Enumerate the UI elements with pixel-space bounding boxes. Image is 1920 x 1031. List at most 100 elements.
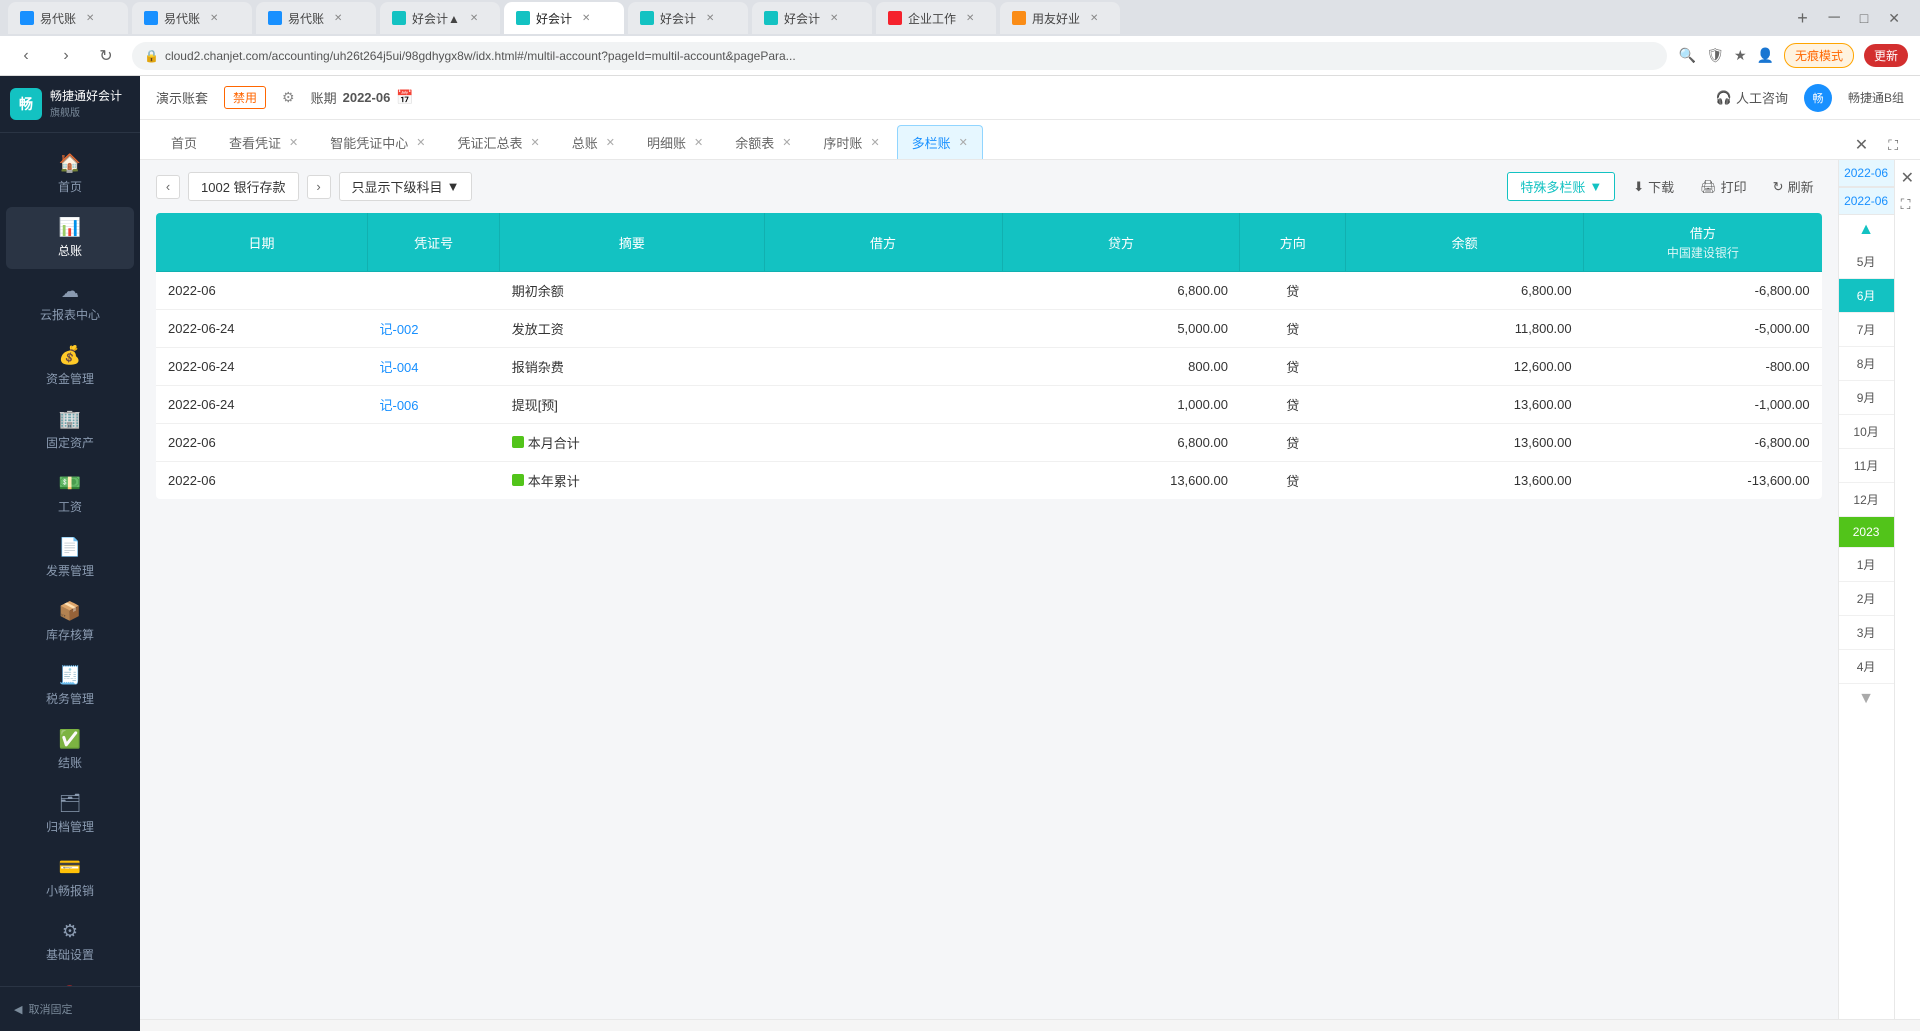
cell-extra: -6,800.00: [1584, 272, 1822, 310]
scroll-up-button[interactable]: ▲: [1839, 215, 1894, 245]
browser-tab-tab9[interactable]: 用友好业✕: [1000, 2, 1120, 34]
browser-tab-tab7[interactable]: 好会计✕: [752, 2, 872, 34]
minimize-icon[interactable]: ─: [1828, 9, 1839, 27]
refresh-button[interactable]: ↻ 刷新: [1765, 173, 1822, 200]
table-row: 2022-06 本月合计 6,800.00 贷 13,600.00 -6,800…: [156, 424, 1822, 462]
search-icon[interactable]: 🔍: [1679, 47, 1696, 64]
sidebar-item-工资[interactable]: 💵工资: [6, 463, 134, 525]
date-item-2月[interactable]: 2月: [1839, 582, 1894, 616]
print-button[interactable]: 🖨 打印: [1692, 173, 1755, 200]
date-item-12月[interactable]: 12月: [1839, 483, 1894, 517]
new-tab-button[interactable]: +: [1788, 4, 1816, 32]
browser-tab-tab6[interactable]: 好会计✕: [628, 2, 748, 34]
date-item-2023[interactable]: 2023: [1839, 517, 1894, 548]
print-icon: 🖨: [1700, 179, 1717, 195]
update-button[interactable]: 更新: [1864, 44, 1908, 67]
cell-direction: 贷: [1240, 462, 1346, 500]
download-button[interactable]: ⬇ 下载: [1625, 173, 1682, 200]
special-ledger-button[interactable]: 特殊多栏账 ▼: [1507, 172, 1615, 201]
date-item-4月[interactable]: 4月: [1839, 650, 1894, 684]
maximize-icon[interactable]: □: [1860, 10, 1868, 26]
cell-credit: 800.00: [1002, 348, 1240, 386]
sidebar-item-结账[interactable]: ✅结账: [6, 719, 134, 781]
voucher-link[interactable]: 记-006: [380, 398, 419, 413]
date-item-9月[interactable]: 9月: [1839, 381, 1894, 415]
url-bar[interactable]: 🔒 cloud2.chanjet.com/accounting/uh26t264…: [132, 42, 1667, 70]
page-tab-总账[interactable]: 总账✕: [557, 125, 630, 159]
page-tab-明细账[interactable]: 明细账✕: [632, 125, 718, 159]
page-tab-凭证汇总表[interactable]: 凭证汇总表✕: [442, 125, 554, 159]
unpin-button[interactable]: ◀ 取消固定: [6, 995, 134, 1023]
cell-voucher: [368, 462, 500, 500]
bookmark-icon[interactable]: ★: [1734, 47, 1747, 64]
sidebar-item-小畅报销[interactable]: 💳小畅报销: [6, 847, 134, 909]
browser-tab-tab5[interactable]: 好会计✕: [504, 2, 624, 34]
next-account-button[interactable]: ›: [307, 175, 331, 199]
close-icon[interactable]: ✕: [1888, 10, 1900, 27]
security-icon[interactable]: 🛡: [1706, 47, 1724, 64]
sidebar-item-发票管理[interactable]: 📄发票管理: [6, 527, 134, 589]
scroll-down-button[interactable]: ▼: [1839, 684, 1894, 714]
app-layout: 畅 畅捷通好会计 旗舰版 🏠首页📊总账☁云报表中心💰资金管理🏢固定资产💵工资📄发…: [0, 76, 1920, 1031]
voucher-link[interactable]: 记-002: [380, 322, 419, 337]
close-tabs-button[interactable]: ✕: [1849, 135, 1874, 155]
cell-debit: [764, 462, 1002, 500]
date-item-8月[interactable]: 8月: [1839, 347, 1894, 381]
page-tab-智能凭证中心[interactable]: 智能凭证中心✕: [315, 125, 440, 159]
cell-debit: [764, 272, 1002, 310]
back-button[interactable]: ‹: [12, 42, 40, 70]
cell-extra: -13,600.00: [1584, 462, 1822, 500]
page-tab-多栏账[interactable]: 多栏账✕: [897, 125, 983, 159]
cell-voucher: 记-002: [368, 310, 500, 348]
date-item-5月[interactable]: 5月: [1839, 245, 1894, 279]
sidebar-item-首页[interactable]: 🏠首页: [6, 143, 134, 205]
date-item-1月[interactable]: 1月: [1839, 548, 1894, 582]
close-panel-button[interactable]: ✕: [1901, 168, 1914, 188]
profile-icon[interactable]: 👤: [1757, 47, 1774, 64]
forward-button[interactable]: ›: [52, 42, 80, 70]
expand-panel-button[interactable]: ⛶: [1901, 196, 1914, 213]
refresh-nav-button[interactable]: ↻: [92, 42, 120, 70]
settings-icon[interactable]: ⚙: [282, 89, 295, 106]
col-direction: 方向: [1240, 213, 1346, 272]
browser-tab-tab8[interactable]: 企业工作✕: [876, 2, 996, 34]
page-tab-首页[interactable]: 首页: [156, 125, 212, 159]
consult-button[interactable]: 🎧 人工咨询: [1716, 88, 1788, 107]
date-item-6月[interactable]: 6月: [1839, 279, 1894, 313]
nav-icon-基础设置: ⚙: [62, 921, 78, 942]
page-tab-序时账[interactable]: 序时账✕: [808, 125, 894, 159]
sidebar-item-新手引导[interactable]: 🎯新手引导: [6, 975, 134, 986]
ledger-content: ‹ 1002 银行存款 › 只显示下级科目 ▼ 特殊多栏账 ▼ ⬇: [140, 160, 1838, 1019]
voucher-link[interactable]: 记-004: [380, 360, 419, 375]
show-sub-button[interactable]: 只显示下级科目 ▼: [339, 172, 473, 201]
sidebar-item-总账[interactable]: 📊总账: [6, 207, 134, 269]
sidebar-item-基础设置[interactable]: ⚙基础设置: [6, 911, 134, 973]
col-debit: 借方: [764, 213, 1002, 272]
date-item-11月[interactable]: 11月: [1839, 449, 1894, 483]
calendar-icon[interactable]: 📅: [396, 89, 413, 106]
date-header-2: 2022-06: [1839, 187, 1894, 215]
prev-account-button[interactable]: ‹: [156, 175, 180, 199]
horizontal-scrollbar[interactable]: [140, 1019, 1920, 1031]
sidebar-item-归档管理[interactable]: 🗂归档管理: [6, 783, 134, 845]
date-item-7月[interactable]: 7月: [1839, 313, 1894, 347]
incognito-mode-button[interactable]: 无痕模式: [1784, 43, 1854, 68]
date-item-3月[interactable]: 3月: [1839, 616, 1894, 650]
expand-tabs-button[interactable]: ⛶: [1882, 137, 1904, 154]
sidebar-item-库存核算[interactable]: 📦库存核算: [6, 591, 134, 653]
sidebar: 畅 畅捷通好会计 旗舰版 🏠首页📊总账☁云报表中心💰资金管理🏢固定资产💵工资📄发…: [0, 76, 140, 1031]
date-item-10月[interactable]: 10月: [1839, 415, 1894, 449]
browser-tab-tab2[interactable]: 易代账✕: [132, 2, 252, 34]
browser-tab-tab1[interactable]: 易代账✕: [8, 2, 128, 34]
sidebar-item-固定资产[interactable]: 🏢固定资产: [6, 399, 134, 461]
sidebar-item-税务管理[interactable]: 🧾税务管理: [6, 655, 134, 717]
toolbar-right: 🎧 人工咨询 畅 畅捷通B组: [1716, 84, 1904, 112]
page-tab-余额表[interactable]: 余额表✕: [720, 125, 806, 159]
cell-extra: -5,000.00: [1584, 310, 1822, 348]
browser-tab-tab4[interactable]: 好会计▲✕: [380, 2, 500, 34]
sidebar-item-资金管理[interactable]: 💰资金管理: [6, 335, 134, 397]
sidebar-item-云报表中心[interactable]: ☁云报表中心: [6, 271, 134, 333]
page-tab-查看凭证[interactable]: 查看凭证✕: [214, 125, 313, 159]
demo-badge[interactable]: 禁用: [224, 86, 266, 109]
browser-tab-tab3[interactable]: 易代账✕: [256, 2, 376, 34]
